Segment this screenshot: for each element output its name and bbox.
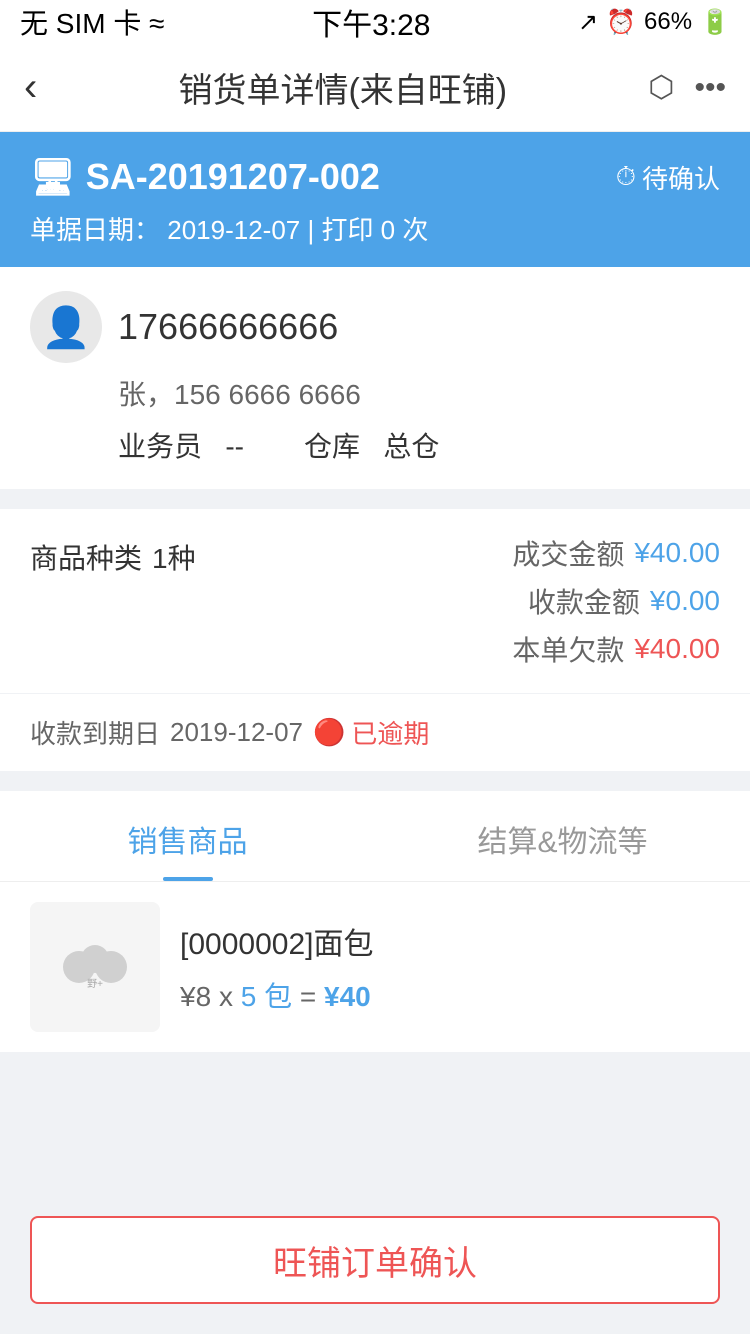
nav-actions: ⬡ •••: [648, 70, 726, 105]
order-header: 🖥 SA-20191207-002 ⏱ 待确认 单据日期： 2019-12-07…: [0, 132, 750, 267]
arrears-row: 本单欠款 ¥40.00: [512, 629, 720, 669]
avatar-icon: 👤: [41, 304, 91, 351]
price-x: x: [219, 981, 241, 1012]
received-label: 收款金额: [528, 581, 640, 621]
battery-icon: 🔋: [700, 8, 730, 37]
unit-value: 包: [264, 981, 292, 1012]
order-status: ⏱ 待确认: [616, 159, 720, 196]
duedate-value: 2019-12-07: [170, 717, 303, 748]
order-date: 单据日期： 2019-12-07 | 打印 0 次: [30, 210, 720, 247]
customer-meta: 业务员 -- 仓库 总仓: [118, 425, 720, 465]
received-row: 收款金额 ¥0.00: [528, 581, 720, 621]
product-name: [0000002]面包: [180, 919, 720, 963]
status-left: 无 SIM 卡 ≈: [20, 2, 165, 42]
sim-status: 无 SIM 卡 ≈: [20, 2, 165, 42]
salesperson-label: 业务员: [118, 431, 202, 462]
arrears-value: ¥40.00: [634, 633, 720, 665]
tabs-row: 销售商品 结算&物流等: [0, 791, 750, 881]
tabs-section: 销售商品 结算&物流等: [0, 791, 750, 882]
product-info: [0000002]面包 ¥8 x 5 包 = ¥40: [180, 919, 720, 1015]
page-title: 销货单详情(来自旺铺): [178, 63, 507, 112]
warehouse-value: 总仓: [383, 431, 439, 462]
nav-bar: ‹ 销货单详情(来自旺铺) ⬡ •••: [0, 44, 750, 132]
overdue-badge: 🔴 已逾期: [313, 714, 429, 751]
battery-status: 66%: [644, 8, 692, 36]
customer-name: 张，156 6666 6666: [118, 373, 720, 413]
status-bar: 无 SIM 卡 ≈ 下午3:28 ↗ ⏰ 66% 🔋: [0, 0, 750, 44]
arrears-label: 本单欠款: [512, 629, 624, 669]
customer-row: 👤 17666666666: [30, 291, 720, 363]
duedate-section: 收款到期日 2019-12-07 🔴 已逾期: [0, 693, 750, 771]
amount-label: 成交金额: [512, 533, 624, 573]
status-right: ↗ ⏰ 66% 🔋: [578, 8, 730, 37]
product-kinds-value: 1种: [152, 537, 196, 577]
svg-text:野+: 野+: [87, 978, 103, 990]
overdue-text: 已逾期: [351, 714, 429, 751]
overdue-icon: 🔴: [313, 717, 345, 748]
order-id: 🖥 SA-20191207-002: [30, 156, 380, 198]
total-value: ¥40: [324, 981, 371, 1012]
amount-row: 成交金额 ¥40.00: [512, 533, 720, 573]
duedate-label: 收款到期日: [30, 714, 160, 751]
summary-left: 商品种类 1种: [30, 533, 196, 577]
order-icon: 🖥: [30, 156, 76, 198]
product-price: ¥8 x 5 包 = ¥40: [180, 975, 720, 1015]
equals-sign: =: [300, 981, 324, 1012]
divider-1: [0, 489, 750, 509]
clock-icon: ⏱: [616, 161, 636, 193]
price-value: ¥8: [180, 981, 211, 1012]
customer-section: 👤 17666666666 张，156 6666 6666 业务员 -- 仓库 …: [0, 267, 750, 489]
quantity-value: 5: [241, 981, 257, 1012]
product-kinds-label: 商品种类: [30, 537, 142, 577]
alarm-icon: ⏰: [606, 8, 636, 37]
product-item: 野+ [0000002]面包 ¥8 x 5 包 = ¥40: [30, 902, 720, 1032]
tab-sales-products[interactable]: 销售商品: [0, 791, 375, 881]
salesperson-value: --: [225, 431, 244, 462]
amount-value: ¥40.00: [634, 537, 720, 569]
more-icon[interactable]: •••: [694, 71, 726, 105]
share-icon[interactable]: ⬡: [648, 70, 674, 105]
summary-section: 商品种类 1种 成交金额 ¥40.00 收款金额 ¥0.00 本单欠款 ¥40.…: [0, 509, 750, 693]
tab-settlement[interactable]: 结算&物流等: [375, 791, 750, 881]
summary-right: 成交金额 ¥40.00 收款金额 ¥0.00 本单欠款 ¥40.00: [512, 533, 720, 669]
status-time: 下午3:28: [312, 0, 430, 44]
back-button[interactable]: ‹: [24, 65, 37, 110]
product-section: 野+ [0000002]面包 ¥8 x 5 包 = ¥40: [0, 882, 750, 1052]
bottom-area: 旺铺订单确认: [0, 1196, 750, 1334]
product-thumbnail: 野+: [30, 902, 160, 1032]
avatar: 👤: [30, 291, 102, 363]
received-value: ¥0.00: [650, 585, 720, 617]
location-icon: ↗: [578, 8, 598, 37]
customer-phone: 17666666666: [118, 306, 338, 348]
confirm-order-button[interactable]: 旺铺订单确认: [30, 1216, 720, 1304]
warehouse-label: 仓库: [304, 431, 360, 462]
